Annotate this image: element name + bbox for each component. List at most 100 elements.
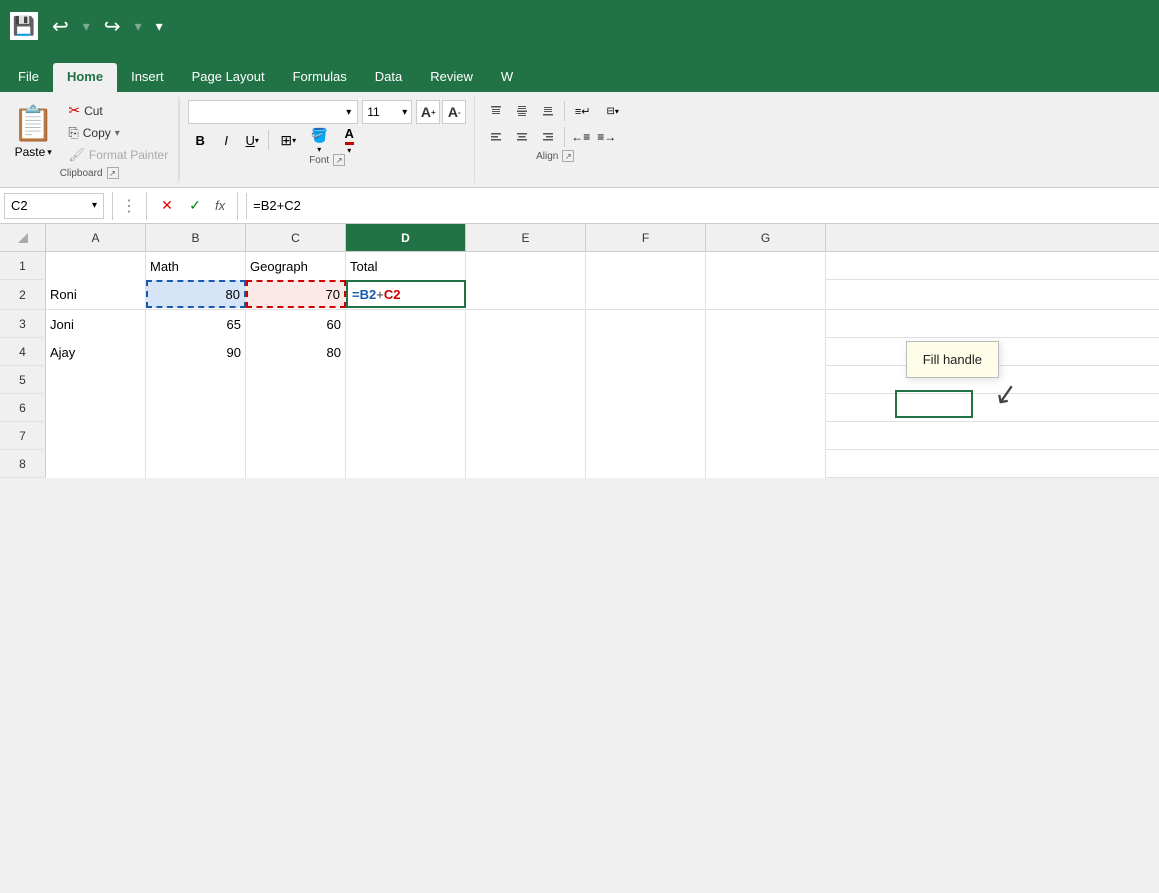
cell-g6[interactable]	[706, 394, 826, 422]
cell-a8[interactable]	[46, 450, 146, 478]
cell-d1[interactable]: Total	[346, 252, 466, 280]
cell-b6[interactable]	[146, 394, 246, 422]
cell-f7[interactable]	[586, 422, 706, 450]
redo-button[interactable]: ↪	[98, 10, 127, 43]
cell-g3[interactable]	[706, 310, 826, 338]
col-header-f[interactable]: F	[586, 224, 706, 251]
cell-e1[interactable]	[466, 252, 586, 280]
font-name-selector[interactable]: ▾	[188, 100, 358, 124]
cell-e8[interactable]	[466, 450, 586, 478]
cell-e4[interactable]	[466, 338, 586, 366]
cell-a5[interactable]	[46, 366, 146, 394]
copy-button[interactable]: ⎘ Copy ▾	[64, 123, 172, 143]
align-center-button[interactable]	[510, 126, 534, 148]
undo-arrow[interactable]: ▾	[83, 18, 90, 35]
cell-f5[interactable]	[586, 366, 706, 394]
menu-w[interactable]: W	[487, 63, 527, 92]
cell-g7[interactable]	[706, 422, 826, 450]
row-header-4[interactable]: 4	[0, 338, 46, 365]
copy-dropdown-arrow[interactable]: ▾	[115, 128, 120, 139]
cell-b5[interactable]	[146, 366, 246, 394]
row-header-5[interactable]: 5	[0, 366, 46, 393]
menu-page-layout[interactable]: Page Layout	[178, 63, 279, 92]
bold-button[interactable]: B	[188, 128, 212, 152]
col-header-d[interactable]: D	[346, 224, 466, 251]
name-box[interactable]: C2 ▾	[4, 193, 104, 219]
cell-c1[interactable]: Geograph	[246, 252, 346, 280]
cell-d8[interactable]	[346, 450, 466, 478]
cell-a3[interactable]: Joni	[46, 310, 146, 338]
cell-d4[interactable]	[346, 338, 466, 366]
cell-c7[interactable]	[246, 422, 346, 450]
decrease-indent-button[interactable]: ←≡	[569, 126, 593, 148]
menu-data[interactable]: Data	[361, 63, 416, 92]
cell-a6[interactable]	[46, 394, 146, 422]
fill-color-button[interactable]: 🪣 ▾	[305, 128, 333, 152]
cell-c5[interactable]	[246, 366, 346, 394]
row-header-2[interactable]: 2	[0, 280, 46, 309]
increase-font-button[interactable]: A+	[416, 100, 440, 124]
save-icon[interactable]: 💾	[13, 16, 35, 37]
cell-f6[interactable]	[586, 394, 706, 422]
row-header-8[interactable]: 8	[0, 450, 46, 477]
increase-indent-button[interactable]: ≡→	[595, 126, 619, 148]
cell-c2[interactable]: 70	[246, 280, 346, 308]
font-expand-button[interactable]: ↗	[333, 154, 345, 166]
cell-g2[interactable]	[706, 280, 826, 308]
cell-b7[interactable]	[146, 422, 246, 450]
cell-f3[interactable]	[586, 310, 706, 338]
font-color-arrow[interactable]: ▾	[347, 146, 351, 155]
cell-g4[interactable]	[706, 338, 826, 366]
fill-color-arrow[interactable]: ▾	[317, 145, 321, 154]
cell-f1[interactable]	[586, 252, 706, 280]
cell-f4[interactable]	[586, 338, 706, 366]
cell-d6[interactable]	[346, 394, 466, 422]
col-header-b[interactable]: B	[146, 224, 246, 251]
align-right-button[interactable]	[536, 126, 560, 148]
cell-f8[interactable]	[586, 450, 706, 478]
borders-arrow[interactable]: ▾	[292, 136, 296, 145]
cell-a4[interactable]: Ajay	[46, 338, 146, 366]
cell-e5[interactable]	[466, 366, 586, 394]
font-color-button[interactable]: A ▾	[335, 128, 363, 152]
alignment-expand-button[interactable]: ↗	[562, 150, 574, 162]
menu-review[interactable]: Review	[416, 63, 487, 92]
font-size-selector[interactable]: 11 ▾	[362, 100, 412, 124]
cell-a2[interactable]: Roni	[46, 280, 146, 308]
cell-b3[interactable]: 65	[146, 310, 246, 338]
row-header-1[interactable]: 1	[0, 252, 46, 279]
menu-insert[interactable]: Insert	[117, 63, 178, 92]
cell-f2[interactable]	[586, 280, 706, 308]
name-box-arrow[interactable]: ▾	[92, 200, 97, 211]
customize-qat-button[interactable]: ▾	[150, 14, 169, 39]
cell-a1[interactable]	[46, 252, 146, 280]
menu-file[interactable]: File	[4, 63, 53, 92]
corner-cell[interactable]	[0, 224, 46, 251]
format-painter-button[interactable]: 🖌 Format Painter	[64, 145, 172, 165]
cell-g8[interactable]	[706, 450, 826, 478]
col-header-e[interactable]: E	[466, 224, 586, 251]
cell-d7[interactable]	[346, 422, 466, 450]
decrease-font-button[interactable]: A-	[442, 100, 466, 124]
row-header-6[interactable]: 6	[0, 394, 46, 421]
cell-c6[interactable]	[246, 394, 346, 422]
italic-button[interactable]: I	[214, 128, 238, 152]
align-bottom-button[interactable]	[536, 100, 560, 122]
cell-d5[interactable]	[346, 366, 466, 394]
cell-g1[interactable]	[706, 252, 826, 280]
formula-input[interactable]	[246, 193, 1155, 219]
cell-c3[interactable]: 60	[246, 310, 346, 338]
paste-dropdown-arrow[interactable]: ▾	[47, 147, 52, 158]
cell-b2[interactable]: 80	[146, 280, 246, 308]
paste-button[interactable]: 📋 Paste ▾	[6, 100, 60, 165]
menu-formulas[interactable]: Formulas	[279, 63, 361, 92]
cell-b8[interactable]	[146, 450, 246, 478]
cell-c4[interactable]: 80	[246, 338, 346, 366]
cell-d2[interactable]: =B2+C2	[346, 280, 466, 308]
align-middle-button[interactable]	[510, 100, 534, 122]
cell-d3[interactable]	[346, 310, 466, 338]
cell-e3[interactable]	[466, 310, 586, 338]
borders-button[interactable]: ⊞ ▾	[273, 128, 303, 152]
wrap-text-button[interactable]: ≡↵	[569, 100, 597, 122]
redo-arrow[interactable]: ▾	[135, 18, 142, 35]
